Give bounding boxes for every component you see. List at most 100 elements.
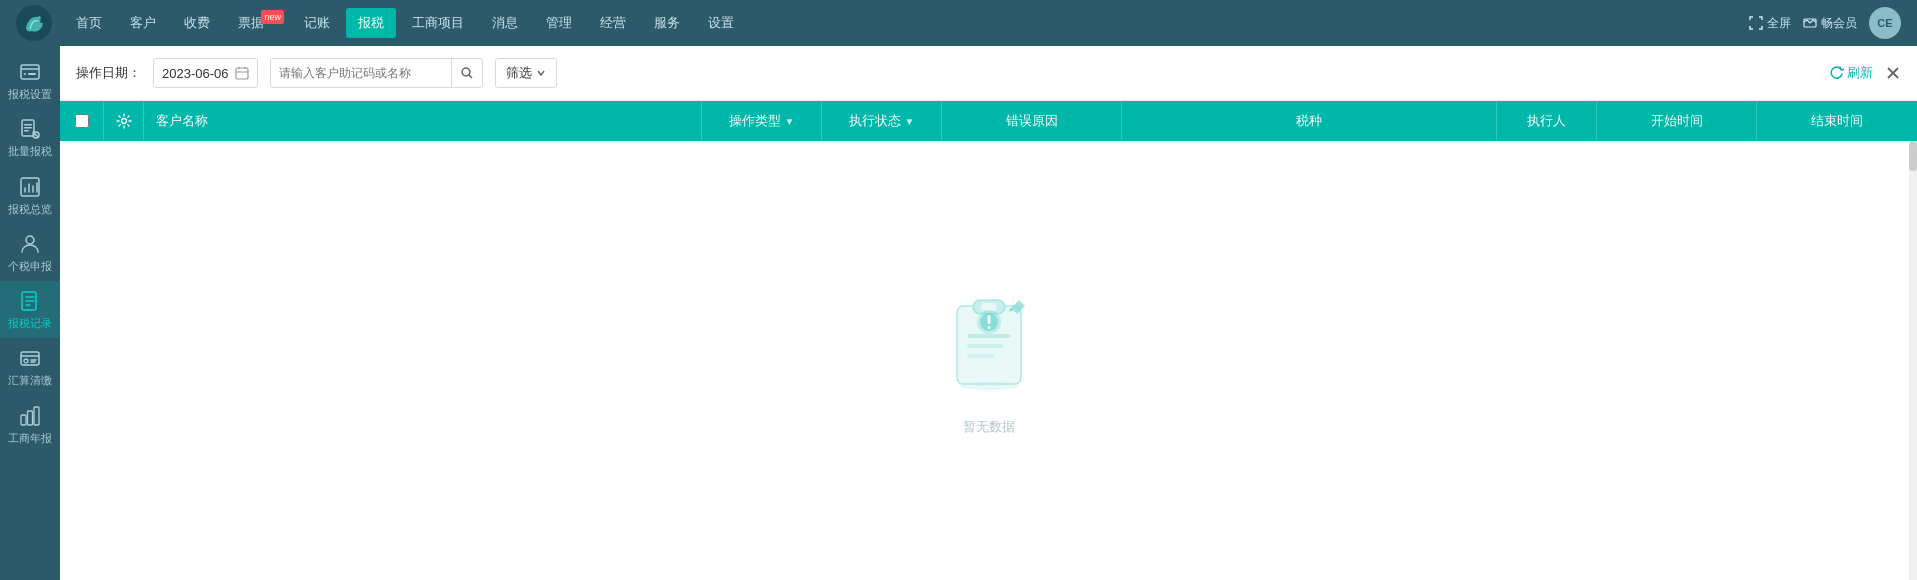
annual-report-icon [18,404,42,428]
sidebar-item-settlement[interactable]: 汇算清缴 [0,338,60,395]
svg-rect-24 [967,334,1011,338]
sidebar-label-personal-tax: 个税申报 [8,259,52,273]
empty-illustration [929,286,1049,406]
nav-item-billing[interactable]: 收费 [172,8,222,38]
th-checkbox[interactable] [60,101,104,141]
th-executor: 执行人 [1497,101,1597,141]
svg-rect-30 [987,326,990,329]
table-body: 暂无数据 [60,141,1917,580]
select-all-checkbox[interactable] [75,114,89,128]
table-header: 客户名称 操作类型 ▼ 执行状态 ▼ 错误原因 税种 执行人 [60,101,1917,141]
th-endtime: 结束时间 [1757,101,1917,141]
filter-button[interactable]: 筛选 [495,58,557,88]
svg-point-3 [24,73,26,75]
nav-item-invoice[interactable]: 票据 new [226,8,288,38]
sidebar-label-annual-report: 工商年报 [8,431,52,445]
svg-point-11 [26,236,34,244]
sidebar-label-tax-summary: 报税总览 [8,202,52,216]
svg-rect-8 [24,130,29,132]
settlement-icon [18,346,42,370]
svg-rect-2 [21,65,39,79]
nav-item-home[interactable]: 首页 [64,8,114,38]
svg-rect-13 [21,352,39,365]
svg-rect-6 [24,124,32,126]
th-gear[interactable] [104,101,144,141]
search-input[interactable] [271,62,451,84]
close-icon [1885,65,1901,81]
right-actions: 全屏 畅会员 CE [1749,7,1901,39]
svg-point-14 [24,359,28,363]
sidebar-item-batch-tax[interactable]: 批量报税 [0,109,60,166]
svg-rect-17 [34,407,39,425]
svg-point-20 [121,119,126,124]
svg-rect-15 [21,415,26,425]
sidebar-item-personal-tax[interactable]: 个税申报 [0,224,60,281]
app-logo[interactable] [16,5,52,41]
nav-item-accounting[interactable]: 记账 [292,8,342,38]
table-container: 客户名称 操作类型 ▼ 执行状态 ▼ 错误原因 税种 执行人 [60,101,1917,580]
th-status[interactable]: 执行状态 ▼ [822,101,942,141]
content-area: 操作日期： 2023-06-06 筛选 [60,46,1917,580]
sidebar-label-settlement: 汇算清缴 [8,373,52,387]
sidebar-item-annual-report[interactable]: 工商年报 [0,396,60,453]
calendar-icon [235,66,249,80]
svg-point-19 [462,68,470,76]
nav-item-settings[interactable]: 设置 [696,8,746,38]
tax-record-icon [18,289,42,313]
tax-summary-icon [18,175,42,199]
refresh-icon [1830,66,1844,80]
personal-tax-icon [18,232,42,256]
search-button[interactable] [451,59,482,87]
chevron-down-icon [536,68,546,78]
th-starttime: 开始时间 [1597,101,1757,141]
tax-settings-icon [18,60,42,84]
toolbar-right: 刷新 [1830,64,1901,82]
th-error: 错误原因 [942,101,1122,141]
nav-item-tax[interactable]: 报税 [346,8,396,38]
nav-item-service[interactable]: 服务 [642,8,692,38]
svg-rect-18 [236,68,248,79]
new-badge: new [261,10,284,24]
nav-item-manage[interactable]: 管理 [534,8,584,38]
th-name: 客户名称 [144,101,702,141]
nav-item-message[interactable]: 消息 [480,8,530,38]
sort-status-icon: ▼ [905,116,915,127]
svg-rect-4 [28,73,36,75]
th-optype[interactable]: 操作类型 ▼ [702,101,822,141]
nav-items: 首页 客户 收费 票据 new 记账 报税 工商项目 消息 管理 经营 服务 设… [64,8,1749,38]
svg-rect-7 [24,127,32,129]
date-label: 操作日期： [76,64,141,82]
scrollbar-thumb[interactable] [1909,141,1917,171]
svg-rect-16 [28,411,33,425]
sidebar: 报税设置 批量报税 报税总览 [0,46,60,580]
close-button[interactable] [1885,65,1901,81]
search-box [270,58,483,88]
main-layout: 报税设置 批量报税 报税总览 [0,46,1917,580]
empty-state: 暂无数据 [929,286,1049,436]
vip-button[interactable]: 畅会员 [1803,15,1857,32]
fullscreen-button[interactable]: 全屏 [1749,15,1791,32]
sidebar-item-tax-summary[interactable]: 报税总览 [0,167,60,224]
nav-item-customer[interactable]: 客户 [118,8,168,38]
batch-tax-icon [18,117,42,141]
svg-rect-23 [981,303,997,311]
sidebar-item-tax-record[interactable]: 报税记录 [0,281,60,338]
date-value: 2023-06-06 [162,66,229,81]
th-taxtype: 税种 [1122,101,1497,141]
date-picker[interactable]: 2023-06-06 [153,58,258,88]
empty-text: 暂无数据 [963,418,1015,436]
svg-rect-29 [987,315,990,324]
sidebar-label-batch-tax: 批量报税 [8,144,52,158]
refresh-button[interactable]: 刷新 [1830,64,1873,82]
svg-rect-26 [967,354,995,358]
user-avatar[interactable]: CE [1869,7,1901,39]
top-nav: 首页 客户 收费 票据 new 记账 报税 工商项目 消息 管理 经营 服务 设… [0,0,1917,46]
svg-rect-25 [967,344,1003,348]
sidebar-label-tax-settings: 报税设置 [8,87,52,101]
sidebar-item-tax-settings[interactable]: 报税设置 [0,52,60,109]
nav-item-operation[interactable]: 经营 [588,8,638,38]
gear-icon [116,113,132,129]
nav-item-industry[interactable]: 工商项目 [400,8,476,38]
sidebar-label-tax-record: 报税记录 [8,316,52,330]
scrollbar-track[interactable] [1909,141,1917,580]
